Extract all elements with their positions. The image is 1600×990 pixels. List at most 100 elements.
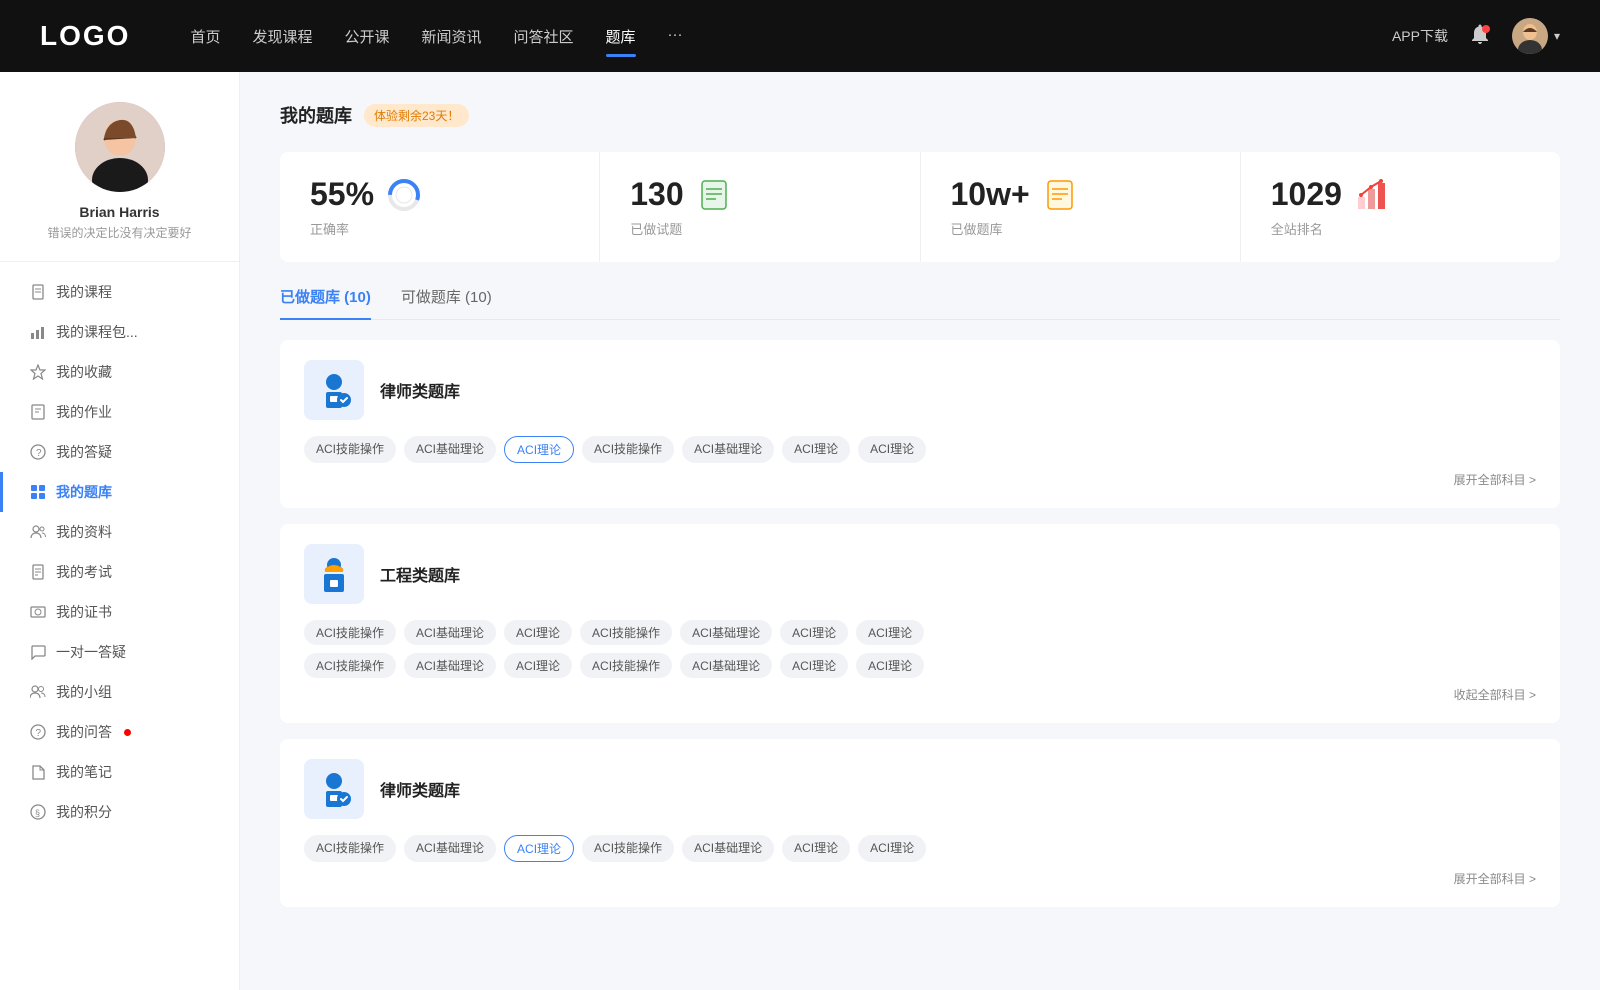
nav-discover[interactable]: 发现课程: [252, 22, 312, 51]
main-layout: Brian Harris 错误的决定比没有决定要好 我的课程 我的课程包...: [0, 72, 1600, 990]
sidebar-item-material[interactable]: 我的资料: [0, 512, 239, 552]
stat-rank-top: 1029: [1271, 176, 1390, 213]
note-yellow-icon: [1042, 177, 1078, 213]
file-icon: [30, 284, 46, 300]
l2-tag-5[interactable]: ACI理论: [782, 835, 850, 862]
profile-motto: 错误的决定比没有决定要好: [27, 224, 211, 241]
sidebar-item-points[interactable]: § 我的积分: [0, 792, 239, 832]
sidebar-item-course-pkg[interactable]: 我的课程包...: [0, 312, 239, 352]
stat-accuracy-value: 55%: [310, 176, 374, 213]
page-header: 我的题库 体验剩余23天！: [280, 102, 1560, 128]
tag-2-selected[interactable]: ACI理论: [504, 436, 574, 463]
nav-menu: 首页 发现课程 公开课 新闻资讯 问答社区 题库 ···: [190, 22, 1392, 51]
l2-tag-1[interactable]: ACI基础理论: [404, 835, 496, 862]
bank-tags-engineer-row1: ACI技能操作 ACI基础理论 ACI理论 ACI技能操作 ACI基础理论 AC…: [304, 620, 1536, 645]
eng-tag-4[interactable]: ACI基础理论: [680, 620, 772, 645]
doc-icon: [30, 404, 46, 420]
stat-done-banks-label: 已做题库: [951, 219, 1003, 238]
stat-done-questions: 130 已做试题: [600, 152, 920, 262]
bank-tags-lawyer-1: ACI技能操作 ACI基础理论 ACI理论 ACI技能操作 ACI基础理论 AC…: [304, 436, 1536, 463]
stat-accuracy-top: 55%: [310, 176, 422, 213]
eng-tag-6[interactable]: ACI理论: [856, 620, 924, 645]
sidebar-item-homework[interactable]: 我的作业: [0, 392, 239, 432]
sidebar-item-cert[interactable]: 我的证书: [0, 592, 239, 632]
nav-qa[interactable]: 问答社区: [514, 22, 574, 51]
bank-card-lawyer-1: 律师类题库 ACI技能操作 ACI基础理论 ACI理论 ACI技能操作 ACI基…: [280, 340, 1560, 508]
bank-name-lawyer-2: 律师类题库: [380, 777, 460, 801]
sidebar-item-one-on-one[interactable]: 一对一答疑: [0, 632, 239, 672]
eng-tag-10[interactable]: ACI技能操作: [580, 653, 672, 678]
user-avatar-menu[interactable]: ▾: [1512, 18, 1560, 54]
chevron-down-icon: ▾: [1554, 29, 1560, 43]
lawyer-icon: [304, 360, 364, 420]
eng-tag-8[interactable]: ACI基础理论: [404, 653, 496, 678]
tab-available[interactable]: 可做题库 (10): [401, 286, 492, 319]
sidebar-item-favorites[interactable]: 我的收藏: [0, 352, 239, 392]
eng-tag-9[interactable]: ACI理论: [504, 653, 572, 678]
sidebar-item-qa[interactable]: ? 我的答疑: [0, 432, 239, 472]
stat-done-banks: 10w+ 已做题库: [921, 152, 1241, 262]
eng-tag-11[interactable]: ACI基础理论: [680, 653, 772, 678]
note-icon: [30, 764, 46, 780]
profile-avatar: [75, 102, 165, 192]
sidebar-item-question[interactable]: ? 我的问答: [0, 712, 239, 752]
sidebar-menu: 我的课程 我的课程包... 我的收藏 我的作业: [0, 272, 239, 832]
content-scroll: 我的题库 体验剩余23天！ 55%: [280, 102, 1560, 923]
tag-4[interactable]: ACI基础理论: [682, 436, 774, 463]
navbar-right: APP下载 ▾: [1392, 18, 1560, 54]
stat-accuracy-label: 正确率: [310, 219, 349, 238]
nav-more[interactable]: ···: [668, 22, 683, 51]
tag-6[interactable]: ACI理论: [858, 436, 926, 463]
sidebar-item-group[interactable]: 我的小组: [0, 672, 239, 712]
notification-icon[interactable]: [1468, 22, 1492, 51]
expand-link-2[interactable]: 收起全部科目 >: [304, 686, 1536, 703]
l2-tag-0[interactable]: ACI技能操作: [304, 835, 396, 862]
bank-name-engineer: 工程类题库: [380, 562, 460, 586]
bell-icon: [1468, 22, 1492, 46]
stat-done-banks-value: 10w+: [951, 176, 1030, 213]
star-icon: [30, 364, 46, 380]
nav-open-course[interactable]: 公开课: [344, 22, 389, 51]
sidebar-item-notes[interactable]: 我的笔记: [0, 752, 239, 792]
nav-home[interactable]: 首页: [190, 22, 220, 51]
tag-1[interactable]: ACI基础理论: [404, 436, 496, 463]
red-dot-indicator: [124, 729, 131, 736]
pie-chart-icon: [386, 177, 422, 213]
eng-tag-0[interactable]: ACI技能操作: [304, 620, 396, 645]
bank-tags-engineer-row2: ACI技能操作 ACI基础理论 ACI理论 ACI技能操作 ACI基础理论 AC…: [304, 653, 1536, 678]
tabs-row: 已做题库 (10) 可做题库 (10): [280, 286, 1560, 320]
expand-link-1[interactable]: 展开全部科目 >: [304, 471, 1536, 488]
l2-tag-4[interactable]: ACI基础理论: [682, 835, 774, 862]
bank-card-lawyer-1-header: 律师类题库: [304, 360, 1536, 420]
navbar: LOGO 首页 发现课程 公开课 新闻资讯 问答社区 题库 ··· APP下载: [0, 0, 1600, 72]
tag-3[interactable]: ACI技能操作: [582, 436, 674, 463]
sidebar-item-bank[interactable]: 我的题库: [0, 472, 239, 512]
sidebar-item-course[interactable]: 我的课程: [0, 272, 239, 312]
sidebar-item-exam[interactable]: 我的考试: [0, 552, 239, 592]
eng-tag-12[interactable]: ACI理论: [780, 653, 848, 678]
qmark-icon: ?: [30, 724, 46, 740]
tab-done[interactable]: 已做题库 (10): [280, 286, 371, 319]
question-icon: ?: [30, 444, 46, 460]
bank-card-lawyer-2-header: 律师类题库: [304, 759, 1536, 819]
eng-tag-3[interactable]: ACI技能操作: [580, 620, 672, 645]
avatar-image: [75, 102, 165, 192]
tag-0[interactable]: ACI技能操作: [304, 436, 396, 463]
l2-tag-6[interactable]: ACI理论: [858, 835, 926, 862]
note-green-icon: [696, 177, 732, 213]
nav-bank[interactable]: 题库: [606, 22, 636, 51]
eng-tag-2[interactable]: ACI理论: [504, 620, 572, 645]
expand-link-3[interactable]: 展开全部科目 >: [304, 870, 1536, 887]
stats-row: 55% 正确率 130: [280, 152, 1560, 262]
eng-tag-7[interactable]: ACI技能操作: [304, 653, 396, 678]
eng-tag-1[interactable]: ACI基础理论: [404, 620, 496, 645]
stat-done-questions-top: 130: [630, 176, 731, 213]
app-download-link[interactable]: APP下载: [1392, 26, 1448, 46]
tag-5[interactable]: ACI理论: [782, 436, 850, 463]
eng-tag-5[interactable]: ACI理论: [780, 620, 848, 645]
l2-tag-3[interactable]: ACI技能操作: [582, 835, 674, 862]
nav-news[interactable]: 新闻资讯: [422, 22, 482, 51]
eng-tag-13[interactable]: ACI理论: [856, 653, 924, 678]
l2-tag-2-selected[interactable]: ACI理论: [504, 835, 574, 862]
bank-card-engineer: 工程类题库 ACI技能操作 ACI基础理论 ACI理论 ACI技能操作 ACI基…: [280, 524, 1560, 723]
